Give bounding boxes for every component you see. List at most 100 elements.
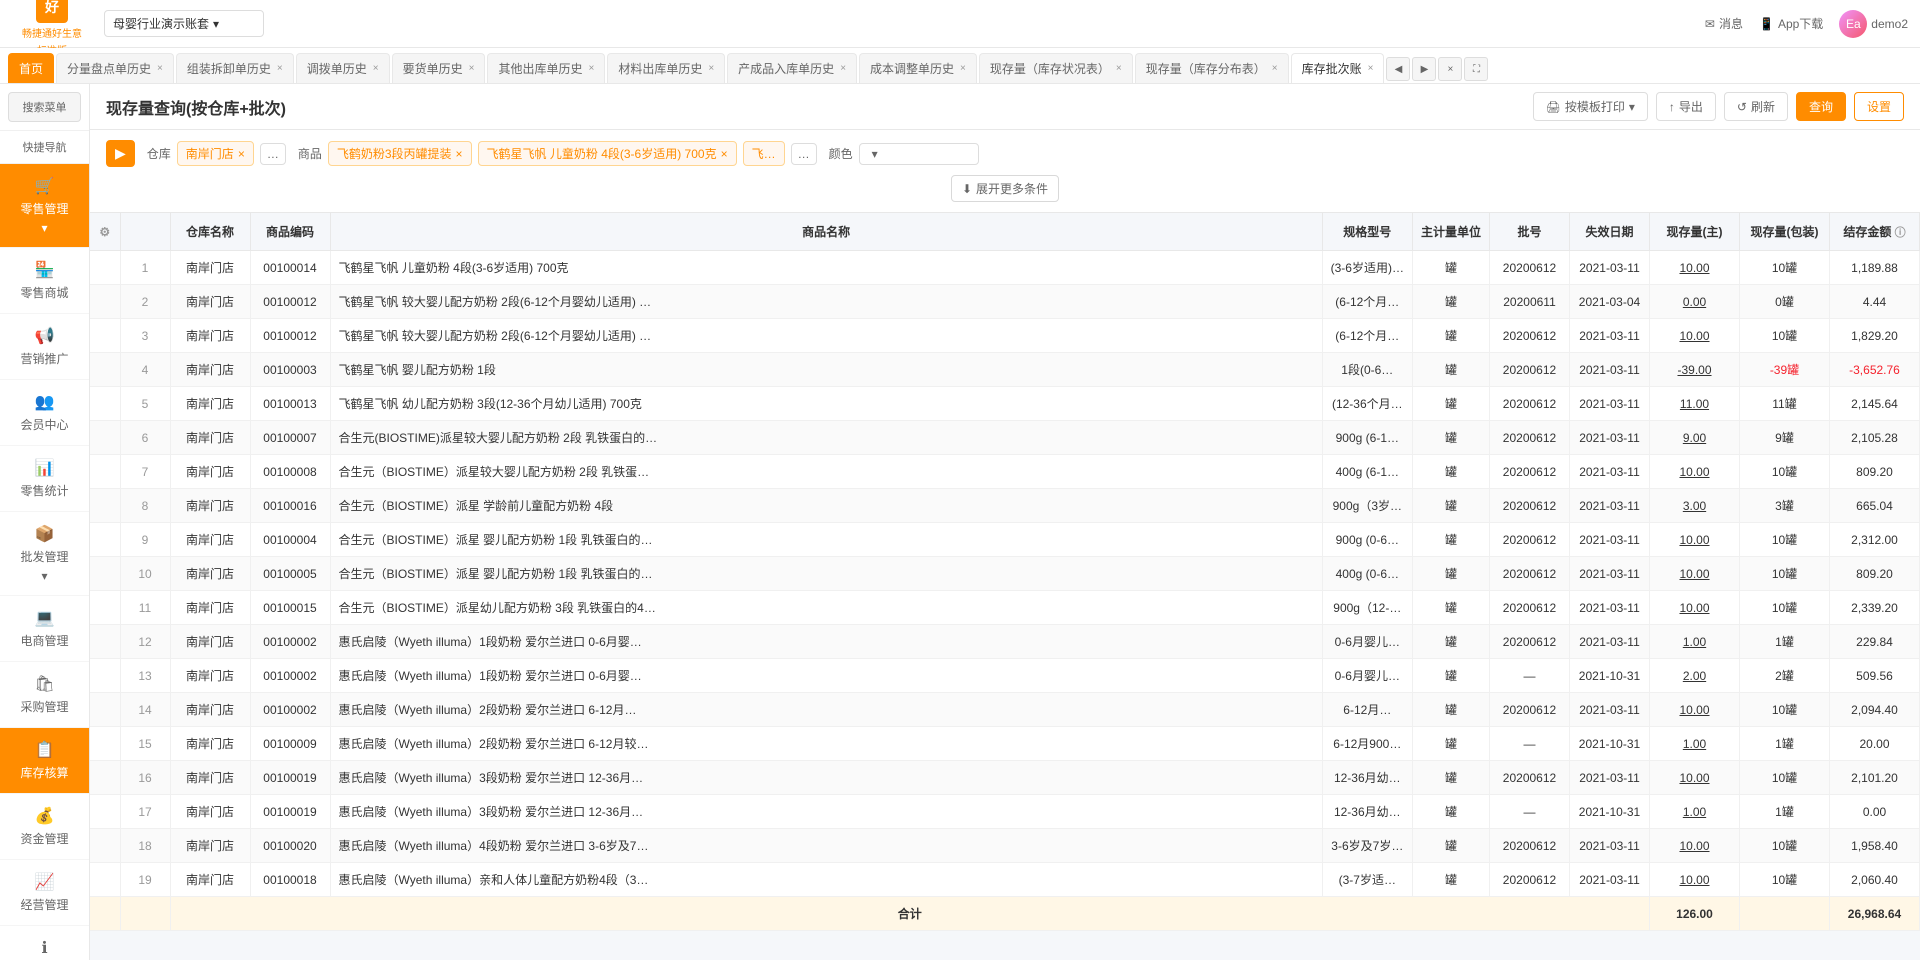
- filter-goods-1-remove[interactable]: ×: [456, 147, 463, 161]
- tab-other-out-close[interactable]: ×: [588, 63, 594, 74]
- filter-warehouse-remove[interactable]: ×: [238, 147, 245, 161]
- sidebar-item-finance[interactable]: 💰 资金管理: [0, 794, 89, 860]
- stock-main-link-4[interactable]: 11.00: [1680, 397, 1709, 411]
- sidebar-quick-nav[interactable]: 快捷导航: [0, 131, 89, 164]
- stock-main-link-15[interactable]: 10.00: [1679, 771, 1709, 785]
- tab-close-all[interactable]: ×: [1438, 57, 1462, 81]
- sidebar-item-purchase[interactable]: 🛍 采购管理: [0, 662, 89, 728]
- stock-main-link-8[interactable]: 10.00: [1679, 533, 1709, 547]
- tab-split-check[interactable]: 分量盘点单历史 ×: [56, 53, 174, 83]
- filter-expand-btn[interactable]: ▶: [106, 140, 135, 167]
- td-stock-main-10[interactable]: 10.00: [1650, 591, 1740, 625]
- td-stock-main-17[interactable]: 10.00: [1650, 829, 1740, 863]
- filter-goods-more-btn[interactable]: …: [791, 143, 817, 165]
- query-btn[interactable]: 查询: [1796, 92, 1846, 121]
- td-stock-main-13[interactable]: 10.00: [1650, 693, 1740, 727]
- filter-warehouse-more[interactable]: …: [260, 143, 286, 165]
- td-stock-main-12[interactable]: 2.00: [1650, 659, 1740, 693]
- td-stock-main-14[interactable]: 1.00: [1650, 727, 1740, 761]
- tab-sample[interactable]: 调拨单历史 ×: [296, 53, 390, 83]
- refresh-btn[interactable]: ↺ 刷新: [1724, 92, 1788, 121]
- sidebar-item-operation[interactable]: 📈 经营管理: [0, 860, 89, 926]
- tab-home[interactable]: 首页: [8, 53, 54, 83]
- tab-other-out[interactable]: 其他出库单历史 ×: [487, 53, 605, 83]
- td-stock-main-15[interactable]: 10.00: [1650, 761, 1740, 795]
- sidebar-item-basic-info[interactable]: ℹ 基础信息: [0, 926, 89, 960]
- tab-nav-next[interactable]: ▶: [1412, 57, 1436, 81]
- print-btn[interactable]: 🖨 按模板打印 ▾: [1533, 92, 1648, 121]
- tab-stock-status[interactable]: 现存量（库存状况表） ×: [979, 53, 1133, 83]
- td-stock-main-18[interactable]: 10.00: [1650, 863, 1740, 897]
- stock-main-link-6[interactable]: 10.00: [1679, 465, 1709, 479]
- td-stock-main-6[interactable]: 10.00: [1650, 455, 1740, 489]
- tab-fullscreen[interactable]: ⛶: [1464, 57, 1488, 81]
- tab-request-close[interactable]: ×: [469, 63, 475, 74]
- tab-cost-adjust-close[interactable]: ×: [960, 63, 966, 74]
- sidebar-item-retail-stats[interactable]: 📊 零售统计: [0, 446, 89, 512]
- stock-main-link-12[interactable]: 2.00: [1683, 669, 1706, 683]
- stock-main-link-14[interactable]: 1.00: [1683, 737, 1706, 751]
- stock-main-link-3[interactable]: -39.00: [1677, 363, 1711, 377]
- sidebar-item-retail-shop[interactable]: 🏪 零售商城: [0, 248, 89, 314]
- app-download-btn[interactable]: 📱 App下载: [1759, 15, 1823, 32]
- td-stock-main-2[interactable]: 10.00: [1650, 319, 1740, 353]
- store-selector[interactable]: 母婴行业演示账套 ▾: [104, 10, 264, 37]
- td-stock-main-16[interactable]: 1.00: [1650, 795, 1740, 829]
- tab-cost-adjust[interactable]: 成本调整单历史 ×: [859, 53, 977, 83]
- td-stock-main-9[interactable]: 10.00: [1650, 557, 1740, 591]
- tab-batch-account-close[interactable]: ×: [1368, 63, 1374, 74]
- tab-product-in-close[interactable]: ×: [840, 63, 846, 74]
- stock-main-link-18[interactable]: 10.00: [1679, 873, 1709, 887]
- stock-main-link-17[interactable]: 10.00: [1679, 839, 1709, 853]
- tab-sample-close[interactable]: ×: [373, 63, 379, 74]
- sidebar-item-inventory[interactable]: 📋 库存核算: [0, 728, 89, 794]
- sidebar-item-ecommerce[interactable]: 💻 电商管理: [0, 596, 89, 662]
- stock-main-link-16[interactable]: 1.00: [1683, 805, 1706, 819]
- expand-more-btn[interactable]: ⬇ 展开更多条件: [951, 175, 1059, 202]
- sidebar-item-member-center[interactable]: 👥 会员中心: [0, 380, 89, 446]
- th-settings[interactable]: ⚙: [90, 213, 120, 251]
- td-stock-main-0[interactable]: 10.00: [1650, 251, 1740, 285]
- tab-product-in[interactable]: 产成品入库单历史 ×: [727, 53, 857, 83]
- tab-disassemble-close[interactable]: ×: [277, 63, 283, 74]
- tab-request[interactable]: 要货单历史 ×: [392, 53, 486, 83]
- export-btn[interactable]: ↑ 导出: [1656, 92, 1716, 121]
- td-stock-main-1[interactable]: 0.00: [1650, 285, 1740, 319]
- tab-stock-dist-close[interactable]: ×: [1272, 63, 1278, 74]
- tab-nav-prev[interactable]: ◀: [1386, 57, 1410, 81]
- tab-stock-dist[interactable]: 现存量（库存分布表） ×: [1135, 53, 1289, 83]
- color-select[interactable]: ▾: [859, 143, 979, 165]
- stock-main-link-11[interactable]: 1.00: [1683, 635, 1706, 649]
- user-profile[interactable]: Ea demo2: [1839, 10, 1908, 38]
- tab-disassemble[interactable]: 组装拆卸单历史 ×: [176, 53, 294, 83]
- stock-main-link-0[interactable]: 10.00: [1679, 261, 1709, 275]
- td-warehouse-2: 南岸门店: [170, 319, 250, 353]
- stock-main-link-1[interactable]: 0.00: [1683, 295, 1706, 309]
- stock-main-link-7[interactable]: 3.00: [1683, 499, 1706, 513]
- td-stock-main-5[interactable]: 9.00: [1650, 421, 1740, 455]
- tab-material-out[interactable]: 材料出库单历史 ×: [607, 53, 725, 83]
- stock-main-link-9[interactable]: 10.00: [1679, 567, 1709, 581]
- td-stock-main-7[interactable]: 3.00: [1650, 489, 1740, 523]
- tab-batch-account[interactable]: 库存批次账 ×: [1291, 53, 1385, 83]
- filter-goods-2-remove[interactable]: ×: [721, 147, 728, 161]
- sidebar-item-marketing[interactable]: 📢 营销推广: [0, 314, 89, 380]
- td-stock-main-11[interactable]: 1.00: [1650, 625, 1740, 659]
- tab-material-out-close[interactable]: ×: [708, 63, 714, 74]
- settings-btn[interactable]: 设置: [1854, 92, 1904, 121]
- sidebar-item-retail-mgmt[interactable]: 🛒 零售管理 ▾: [0, 164, 89, 248]
- stock-main-link-10[interactable]: 10.00: [1679, 601, 1709, 615]
- stock-main-link-13[interactable]: 10.00: [1679, 703, 1709, 717]
- avatar: Ea: [1839, 10, 1867, 38]
- td-stock-main-4[interactable]: 11.00: [1650, 387, 1740, 421]
- message-btn[interactable]: ✉ 消息: [1705, 15, 1743, 32]
- td-stock-main-3[interactable]: -39.00: [1650, 353, 1740, 387]
- stock-main-link-2[interactable]: 10.00: [1679, 329, 1709, 343]
- stock-main-link-5[interactable]: 9.00: [1683, 431, 1706, 445]
- td-unit-15: 罐: [1412, 761, 1489, 795]
- tab-split-check-close[interactable]: ×: [157, 63, 163, 74]
- tab-stock-status-close[interactable]: ×: [1116, 63, 1122, 74]
- sidebar-search-btn[interactable]: 搜索菜单: [8, 92, 81, 122]
- sidebar-item-wholesale-mgmt[interactable]: 📦 批发管理 ▾: [0, 512, 89, 596]
- td-stock-main-8[interactable]: 10.00: [1650, 523, 1740, 557]
